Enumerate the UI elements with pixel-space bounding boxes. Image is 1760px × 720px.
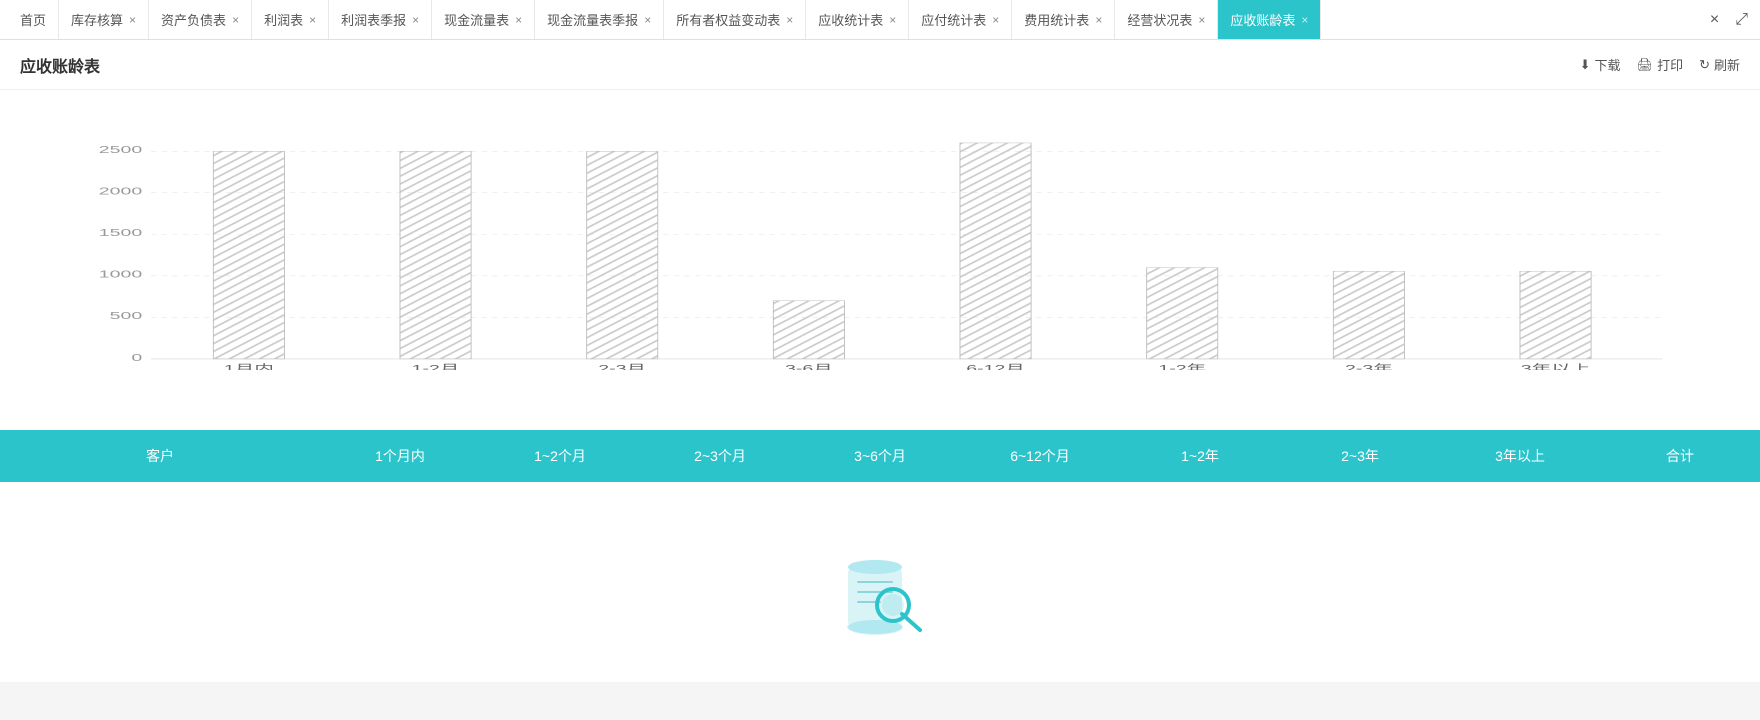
download-button[interactable]: ⬇ 下载 xyxy=(1580,55,1621,74)
svg-text:1月内: 1月内 xyxy=(224,363,274,370)
tab-cashflow[interactable]: 现金流量表 × xyxy=(432,0,535,40)
main-content: 0 500 1000 1500 2000 2500 xyxy=(0,90,1760,430)
bar-3年以上 xyxy=(1520,271,1591,359)
svg-text:2-3年: 2-3年 xyxy=(1345,363,1393,370)
svg-text:2000: 2000 xyxy=(99,186,143,197)
col-2-3m: 2~3个月 xyxy=(640,446,800,466)
bar-3-6月 xyxy=(773,301,844,359)
tab-ap-stats[interactable]: 应付统计表 × xyxy=(909,0,1012,40)
svg-text:0: 0 xyxy=(131,352,142,363)
print-icon: 🖨 xyxy=(1637,57,1654,73)
empty-icon xyxy=(820,542,940,642)
tab-close-icon[interactable]: × xyxy=(232,13,239,27)
tab-close-icon[interactable]: × xyxy=(1198,13,1205,27)
window-controls: × ⤢ xyxy=(1706,7,1752,33)
svg-text:1-2年: 1-2年 xyxy=(1158,363,1206,370)
col-total: 合计 xyxy=(1600,446,1760,466)
page-title: 应收账龄表 xyxy=(20,53,100,77)
bar-1-2年 xyxy=(1147,268,1218,359)
header-actions: ⬇ 下载 🖨 打印 ↻ 刷新 xyxy=(1580,55,1740,74)
tab-operation[interactable]: 经营状况表 × xyxy=(1115,0,1218,40)
bar-6-12月 xyxy=(960,143,1031,359)
col-1m: 1个月内 xyxy=(320,446,480,466)
svg-text:2500: 2500 xyxy=(99,145,143,156)
col-1-2y: 1~2年 xyxy=(1120,446,1280,466)
col-3y-plus: 3年以上 xyxy=(1440,446,1600,466)
tab-close-icon[interactable]: × xyxy=(412,13,419,27)
window-close-button[interactable]: × xyxy=(1706,7,1723,33)
svg-text:6-12月: 6-12月 xyxy=(966,363,1025,370)
tab-balance[interactable]: 资产负债表 × xyxy=(149,0,252,40)
chart-container: 0 500 1000 1500 2000 2500 xyxy=(80,130,1680,370)
col-2-3y: 2~3年 xyxy=(1280,446,1440,466)
tab-cashflow-quarterly[interactable]: 现金流量表季报 × xyxy=(535,0,664,40)
tab-close-icon[interactable]: × xyxy=(129,13,136,27)
svg-text:500: 500 xyxy=(110,311,143,322)
tab-bar: 首页 库存核算 × 资产负债表 × 利润表 × 利润表季报 × 现金流量表 × … xyxy=(0,0,1760,40)
print-button[interactable]: 🖨 打印 xyxy=(1637,55,1684,74)
bar-1-2月 xyxy=(400,151,471,359)
bar-2-3年 xyxy=(1333,271,1404,359)
window-maximize-button[interactable]: ⤢ xyxy=(1731,7,1752,33)
tab-inventory[interactable]: 库存核算 × xyxy=(59,0,149,40)
download-icon: ⬇ xyxy=(1580,57,1591,73)
refresh-icon: ↻ xyxy=(1699,57,1710,73)
tab-close-icon[interactable]: × xyxy=(1095,13,1102,27)
page-header: 应收账龄表 ⬇ 下载 🖨 打印 ↻ 刷新 xyxy=(0,40,1760,90)
svg-text:3-6月: 3-6月 xyxy=(785,363,833,370)
svg-text:3年以上: 3年以上 xyxy=(1521,363,1591,370)
svg-text:1000: 1000 xyxy=(99,269,143,280)
tab-close-icon[interactable]: × xyxy=(992,13,999,27)
svg-text:1500: 1500 xyxy=(99,228,143,239)
bar-2-3月 xyxy=(587,151,658,359)
tab-profit[interactable]: 利润表 × xyxy=(252,0,329,40)
svg-text:2-3月: 2-3月 xyxy=(598,363,646,370)
table-header: 客户 1个月内 1~2个月 2~3个月 3~6个月 6~12个月 1~2年 2~… xyxy=(0,430,1760,482)
col-3-6m: 3~6个月 xyxy=(800,446,960,466)
tab-ar-stats[interactable]: 应收统计表 × xyxy=(806,0,909,40)
tab-close-icon[interactable]: × xyxy=(889,13,896,27)
col-6-12m: 6~12个月 xyxy=(960,446,1120,466)
refresh-button[interactable]: ↻ 刷新 xyxy=(1699,55,1740,74)
tab-ar-aging[interactable]: 应收账龄表 × xyxy=(1218,0,1321,40)
bar-1月内 xyxy=(213,151,284,359)
col-customer: 客户 xyxy=(0,446,320,466)
bar-chart: 0 500 1000 1500 2000 2500 xyxy=(80,130,1680,370)
col-1-2m: 1~2个月 xyxy=(480,446,640,466)
svg-text:1-2月: 1-2月 xyxy=(412,363,460,370)
tab-expense-stats[interactable]: 费用统计表 × xyxy=(1012,0,1115,40)
empty-state xyxy=(0,482,1760,682)
tab-close-icon[interactable]: × xyxy=(515,13,522,27)
tab-close-icon[interactable]: × xyxy=(309,13,316,27)
tab-profit-quarterly[interactable]: 利润表季报 × xyxy=(329,0,432,40)
chart-area: 0 500 1000 1500 2000 2500 xyxy=(20,110,1740,410)
tab-home[interactable]: 首页 xyxy=(8,0,59,40)
tab-close-icon[interactable]: × xyxy=(644,13,651,27)
tab-close-icon[interactable]: × xyxy=(1301,13,1308,27)
tab-equity[interactable]: 所有者权益变动表 × xyxy=(664,0,806,40)
tab-close-icon[interactable]: × xyxy=(786,13,793,27)
